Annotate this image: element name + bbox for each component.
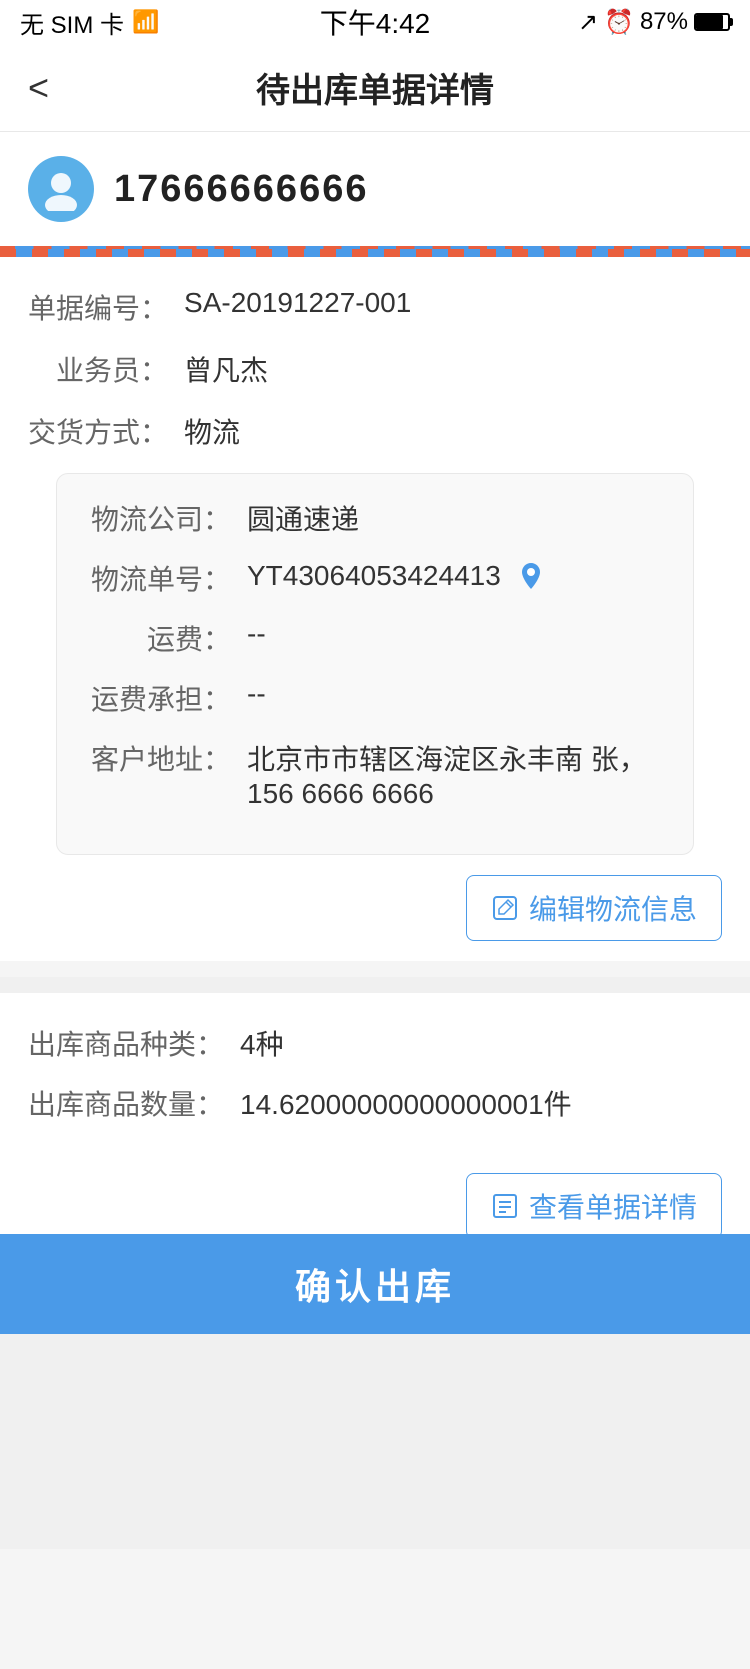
freight-bear-value: --	[247, 678, 669, 710]
map-pin-icon[interactable]	[513, 558, 549, 594]
logistics-tracking-value: YT43064053424413	[247, 558, 669, 594]
battery-icon	[694, 13, 730, 31]
salesman-label: 业务员：	[28, 349, 168, 389]
edit-btn-row: 编辑物流信息	[28, 855, 722, 941]
order-info-section: 单据编号： SA-20191227-001 业务员： 曾凡杰 交货方式： 物流 …	[0, 257, 750, 961]
delivery-row: 交货方式： 物流	[28, 411, 722, 451]
delivery-value: 物流	[184, 411, 722, 451]
edit-logistics-label: 编辑物流信息	[529, 888, 697, 928]
salesman-row: 业务员： 曾凡杰	[28, 349, 722, 389]
goods-type-label: 出库商品种类：	[28, 1023, 224, 1063]
logistics-company-label: 物流公司：	[81, 498, 231, 538]
status-time: 下午4:42	[320, 2, 431, 42]
confirm-outbound-button[interactable]: 确认出库	[0, 1234, 750, 1334]
location-status-icon: ↗	[578, 8, 598, 37]
freight-label: 运费：	[81, 618, 231, 658]
status-bar: 无 SIM 卡 📶 下午4:42 ↗ ⏰ 87%	[0, 0, 750, 44]
confirm-outbound-label: 确认出库	[295, 1258, 455, 1310]
back-button[interactable]: <	[28, 67, 49, 109]
status-right: ↗ ⏰ 87%	[578, 8, 730, 37]
nav-bar: < 待出库单据详情	[0, 44, 750, 132]
logistics-company-row: 物流公司： 圆通速递	[81, 498, 669, 538]
logistics-card: 物流公司： 圆通速递 物流单号： YT43064053424413 运费：	[56, 473, 694, 855]
logistics-company-value: 圆通速递	[247, 498, 669, 538]
freight-row: 运费： --	[81, 618, 669, 658]
freight-bear-row: 运费承担： --	[81, 678, 669, 718]
view-detail-label: 查看单据详情	[529, 1186, 697, 1226]
goods-section: 出库商品种类： 4种 出库商品数量： 14.62000000000000001件	[0, 993, 750, 1163]
edit-logistics-button[interactable]: 编辑物流信息	[466, 875, 722, 941]
delivery-label: 交货方式：	[28, 411, 168, 451]
salesman-value: 曾凡杰	[184, 349, 722, 389]
logistics-tracking-row: 物流单号： YT43064053424413	[81, 558, 669, 598]
battery-text: 87%	[640, 8, 688, 36]
goods-quantity-value: 14.62000000000000001件	[240, 1083, 722, 1123]
avatar	[28, 156, 94, 222]
view-detail-button[interactable]: 查看单据详情	[466, 1173, 722, 1239]
carrier-text: 无 SIM 卡	[20, 5, 124, 40]
page-title: 待出库单据详情	[256, 63, 494, 112]
goods-type-row: 出库商品种类： 4种	[28, 1023, 722, 1063]
order-no-row: 单据编号： SA-20191227-001	[28, 287, 722, 327]
dashed-divider	[0, 249, 750, 257]
goods-quantity-row: 出库商品数量： 14.62000000000000001件	[28, 1083, 722, 1123]
freight-value: --	[247, 618, 669, 650]
address-label: 客户地址：	[81, 738, 231, 778]
goods-quantity-label: 出库商品数量：	[28, 1083, 224, 1123]
goods-type-value: 4种	[240, 1023, 722, 1063]
status-left: 无 SIM 卡 📶	[20, 5, 159, 40]
wifi-icon: 📶	[132, 9, 159, 35]
order-no-value: SA-20191227-001	[184, 287, 722, 319]
main-content: 17666666666 单据编号： SA-20191227-001 业务员： 曾…	[0, 132, 750, 1669]
customer-phone: 17666666666	[114, 168, 368, 211]
address-row: 客户地址： 北京市市辖区海淀区永丰南 张，156 6666 6666	[81, 738, 669, 810]
freight-bear-label: 运费承担：	[81, 678, 231, 718]
order-no-label: 单据编号：	[28, 287, 168, 327]
alarm-icon: ⏰	[604, 8, 634, 37]
logistics-tracking-label: 物流单号：	[81, 558, 231, 598]
address-value: 北京市市辖区海淀区永丰南 张，156 6666 6666	[247, 738, 669, 810]
section-divider-1	[0, 977, 750, 993]
customer-card: 17666666666	[0, 132, 750, 249]
